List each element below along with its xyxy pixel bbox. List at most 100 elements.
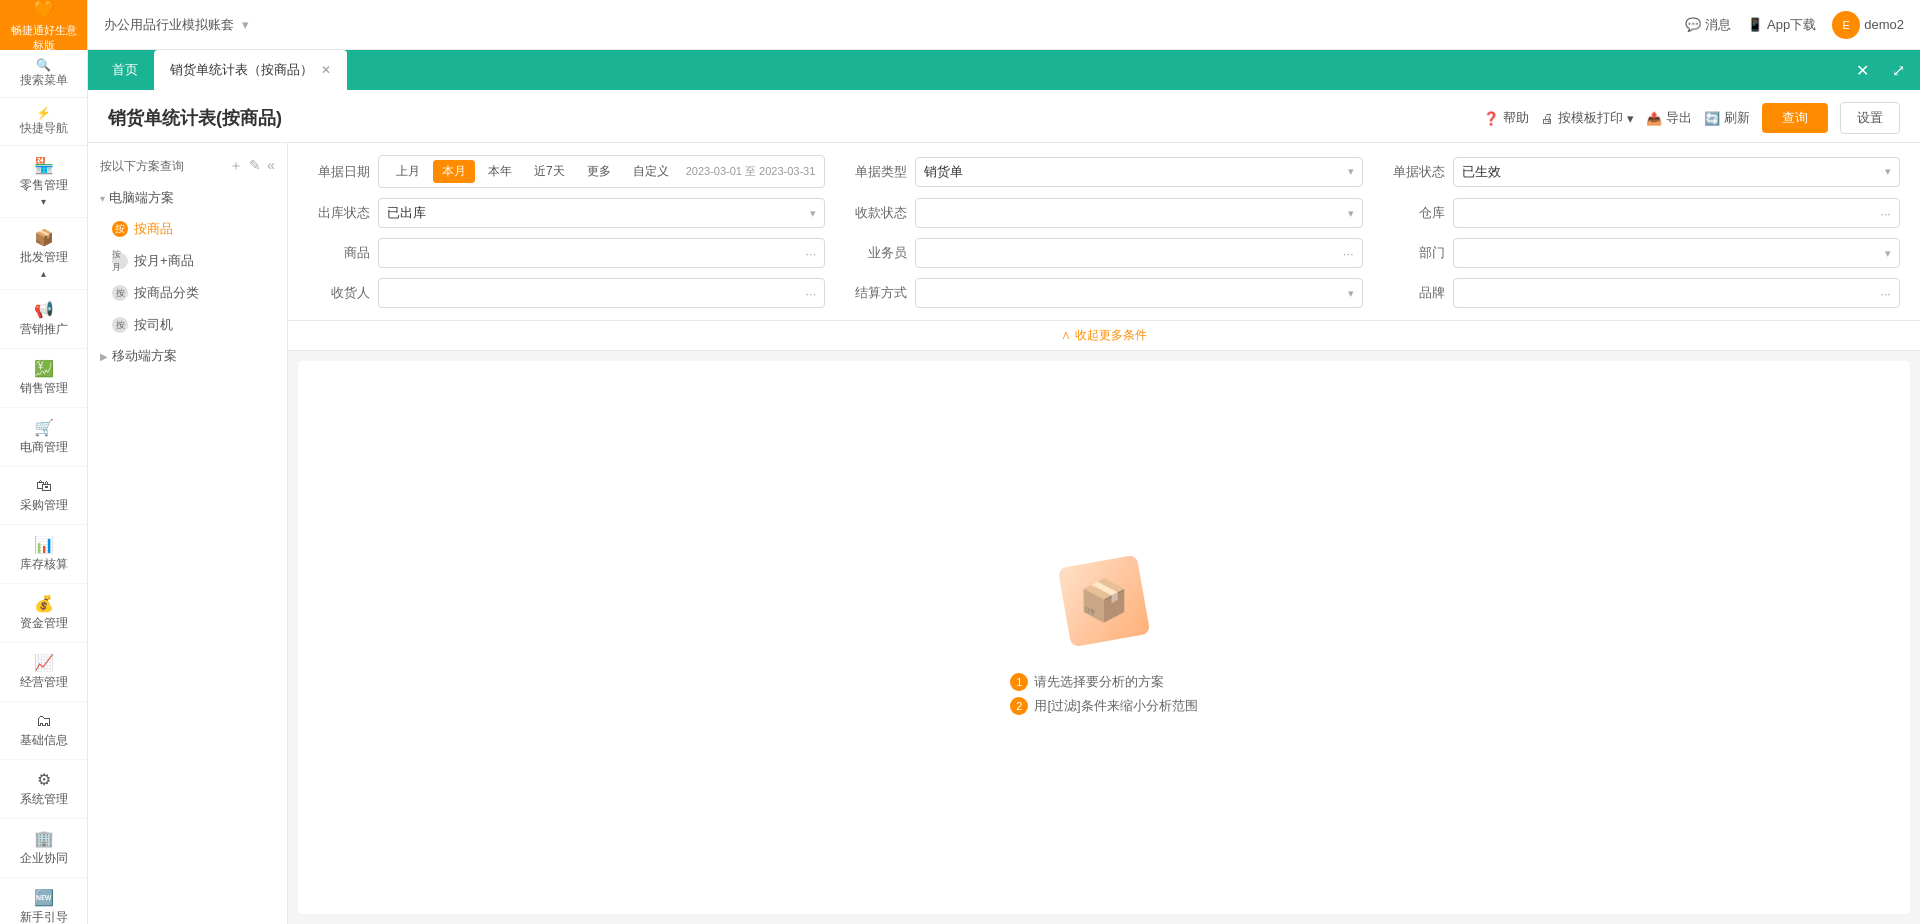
sidebar-item-ecommerce[interactable]: 🛒 电商管理 bbox=[0, 408, 87, 467]
tree-arrow-desktop: ▾ bbox=[100, 193, 105, 204]
sales-icon: 💹 bbox=[34, 359, 54, 378]
warehouse-status-control[interactable]: 已出库 ▾ bbox=[378, 198, 825, 228]
print-btn[interactable]: 🖨 按模板打印 ▾ bbox=[1541, 109, 1634, 127]
empty-box-icon bbox=[1058, 554, 1151, 647]
tree-arrow-mobile: ▶ bbox=[100, 351, 108, 362]
collapse-bar[interactable]: ∧ 收起更多条件 bbox=[288, 321, 1920, 351]
brand-control[interactable]: ··· bbox=[1453, 278, 1900, 308]
date-btn-more[interactable]: 更多 bbox=[578, 160, 620, 183]
tree-child-by-category[interactable]: 按 按商品分类 bbox=[88, 277, 287, 309]
date-btn-7days[interactable]: 近7天 bbox=[525, 160, 574, 183]
sidebar-item-purchase[interactable]: 🛍 采购管理 bbox=[0, 467, 87, 525]
filter-row-2: 出库状态 已出库 ▾ 收款状态 ▾ 仓库 bbox=[308, 198, 1900, 228]
dropdown-arrow[interactable]: ▾ bbox=[242, 17, 249, 32]
tree-label-desktop: 电脑端方案 bbox=[109, 189, 174, 207]
tree-parent-mobile[interactable]: ▶ 移动端方案 bbox=[88, 341, 287, 371]
date-btn-this-year[interactable]: 本年 bbox=[479, 160, 521, 183]
sales-stat-tab-label: 销货单统计表（按商品） bbox=[170, 61, 313, 79]
scheme-icon-by-sku: 按 bbox=[112, 317, 128, 333]
sidebar-quick-nav[interactable]: ⚡ 快捷导航 bbox=[0, 98, 87, 146]
salesman-dots[interactable]: ··· bbox=[1343, 246, 1354, 261]
left-panel-icons: ＋ ✎ « bbox=[229, 157, 275, 175]
empty-icon bbox=[1054, 561, 1154, 661]
tab-close-btn[interactable]: ✕ bbox=[321, 63, 331, 77]
logo-icon: 🧡 bbox=[11, 0, 77, 21]
scheme-icon-by-product: 按 bbox=[112, 221, 128, 237]
logo-text: 畅捷通好生意 标版 bbox=[11, 23, 77, 52]
goods-control[interactable]: ··· bbox=[378, 238, 825, 268]
export-btn[interactable]: 📤 导出 bbox=[1646, 109, 1692, 127]
consignee-control[interactable]: ··· bbox=[378, 278, 825, 308]
sidebar-item-enterprise[interactable]: 🏢 企业协同 bbox=[0, 819, 87, 878]
filter-row-1: 单据日期 上月 本月 本年 近7天 更多 自定义 2023-03-01 至 20… bbox=[308, 155, 1900, 188]
sidebar-item-sales[interactable]: 💹 销售管理 bbox=[0, 349, 87, 408]
collapse-panel-btn[interactable]: « bbox=[267, 157, 275, 175]
tree-parent-desktop[interactable]: ▾ 电脑端方案 bbox=[88, 183, 287, 213]
doc-type-arrow: ▾ bbox=[1348, 165, 1354, 178]
sidebar-item-basic[interactable]: 🗂 基础信息 bbox=[0, 702, 87, 760]
settlement-control[interactable]: ▾ bbox=[915, 278, 1362, 308]
sidebar-item-wholesale[interactable]: 📦 批发管理 ▴ bbox=[0, 218, 87, 290]
date-btn-custom[interactable]: 自定义 bbox=[624, 160, 678, 183]
topbar: 办公用品行业模拟账套 ▾ 💬 消息 📱 App下载 E demo2 bbox=[88, 0, 1920, 50]
print-arrow[interactable]: ▾ bbox=[1627, 111, 1634, 126]
goods-dots[interactable]: ··· bbox=[805, 246, 816, 261]
tab-home[interactable]: 首页 bbox=[96, 50, 154, 90]
storage-dots[interactable]: ··· bbox=[1880, 206, 1891, 221]
sidebar-item-system[interactable]: ⚙ 系统管理 bbox=[0, 760, 87, 819]
settings-btn[interactable]: 设置 bbox=[1840, 102, 1900, 134]
brand-dots[interactable]: ··· bbox=[1880, 286, 1891, 301]
salesman-control[interactable]: ··· bbox=[915, 238, 1362, 268]
refresh-icon: 🔄 bbox=[1704, 111, 1720, 126]
page-content: 销货单统计表(按商品) ❓ 帮助 🖨 按模板打印 ▾ 📤 导出 🔄 刷新 bbox=[88, 90, 1920, 924]
tree-child-by-sku[interactable]: 按 按司机 bbox=[88, 309, 287, 341]
tab-sales-stat[interactable]: 销货单统计表（按商品） ✕ bbox=[154, 50, 347, 90]
dept-arrow: ▾ bbox=[1885, 247, 1891, 260]
storage-control[interactable]: ··· bbox=[1453, 198, 1900, 228]
help-btn[interactable]: ❓ 帮助 bbox=[1483, 109, 1529, 127]
search-icon: 🔍 bbox=[6, 58, 81, 72]
brand-label: 品牌 bbox=[1383, 284, 1453, 302]
doc-status-arrow: ▾ bbox=[1885, 165, 1891, 178]
left-panel: 按以下方案查询 ＋ ✎ « ▾ 电脑端方案 按 bbox=[88, 143, 288, 924]
query-btn[interactable]: 查询 bbox=[1762, 103, 1828, 133]
consignee-dots[interactable]: ··· bbox=[805, 286, 816, 301]
tab-close-all-btn[interactable]: ✕ bbox=[1848, 56, 1876, 84]
home-tab-label: 首页 bbox=[112, 61, 138, 79]
sidebar-item-operations[interactable]: 📈 经营管理 bbox=[0, 643, 87, 702]
page-actions: ❓ 帮助 🖨 按模板打印 ▾ 📤 导出 🔄 刷新 查询 设置 bbox=[1483, 102, 1900, 134]
date-btn-this-month[interactable]: 本月 bbox=[433, 160, 475, 183]
receipt-status-control[interactable]: ▾ bbox=[915, 198, 1362, 228]
sidebar-item-guide[interactable]: 🆕 新手引导 bbox=[0, 878, 87, 924]
user-menu[interactable]: E demo2 bbox=[1832, 11, 1904, 39]
app-download-btn[interactable]: 📱 App下载 bbox=[1747, 16, 1816, 34]
scheme-label-by-category: 按商品分类 bbox=[134, 284, 199, 302]
sidebar-item-inventory[interactable]: 📊 库存核算 bbox=[0, 525, 87, 584]
warehouse-status-label: 出库状态 bbox=[308, 204, 378, 222]
receipt-status-label: 收款状态 bbox=[845, 204, 915, 222]
messages-btn[interactable]: 💬 消息 bbox=[1685, 16, 1731, 34]
date-btn-last-month[interactable]: 上月 bbox=[387, 160, 429, 183]
refresh-btn[interactable]: 🔄 刷新 bbox=[1704, 109, 1750, 127]
page-header: 销货单统计表(按商品) ❓ 帮助 🖨 按模板打印 ▾ 📤 导出 🔄 刷新 bbox=[88, 90, 1920, 143]
warehouse-arrow: ▾ bbox=[810, 207, 816, 220]
edit-scheme-btn[interactable]: ✎ bbox=[249, 157, 261, 175]
tree-child-by-month-product[interactable]: 按月 按月+商品 bbox=[88, 245, 287, 277]
left-panel-header: 按以下方案查询 ＋ ✎ « bbox=[88, 153, 287, 183]
page-title: 销货单统计表(按商品) bbox=[108, 106, 282, 130]
salesman-label: 业务员 bbox=[845, 244, 915, 262]
main-area: 办公用品行业模拟账套 ▾ 💬 消息 📱 App下载 E demo2 首页 bbox=[88, 0, 1920, 924]
sidebar-item-finance[interactable]: 💰 资金管理 bbox=[0, 584, 87, 643]
tree-child-by-product[interactable]: 按 按商品 bbox=[88, 213, 287, 245]
add-scheme-btn[interactable]: ＋ bbox=[229, 157, 243, 175]
finance-icon: 💰 bbox=[34, 594, 54, 613]
tab-expand-btn[interactable]: ⤢ bbox=[1884, 56, 1912, 84]
doc-type-control[interactable]: 销货单 ▾ bbox=[915, 157, 1362, 187]
sidebar-item-marketing[interactable]: 📢 营销推广 bbox=[0, 290, 87, 349]
collapse-label: ∧ 收起更多条件 bbox=[1061, 328, 1146, 342]
sidebar-search[interactable]: 🔍 搜索菜单 bbox=[0, 50, 87, 98]
dept-control[interactable]: ▾ bbox=[1453, 238, 1900, 268]
doc-status-control[interactable]: 已生效 ▾ bbox=[1453, 157, 1900, 187]
purchase-icon: 🛍 bbox=[36, 477, 52, 495]
sidebar-item-retail[interactable]: 🏪 零售管理 ▾ bbox=[0, 146, 87, 218]
